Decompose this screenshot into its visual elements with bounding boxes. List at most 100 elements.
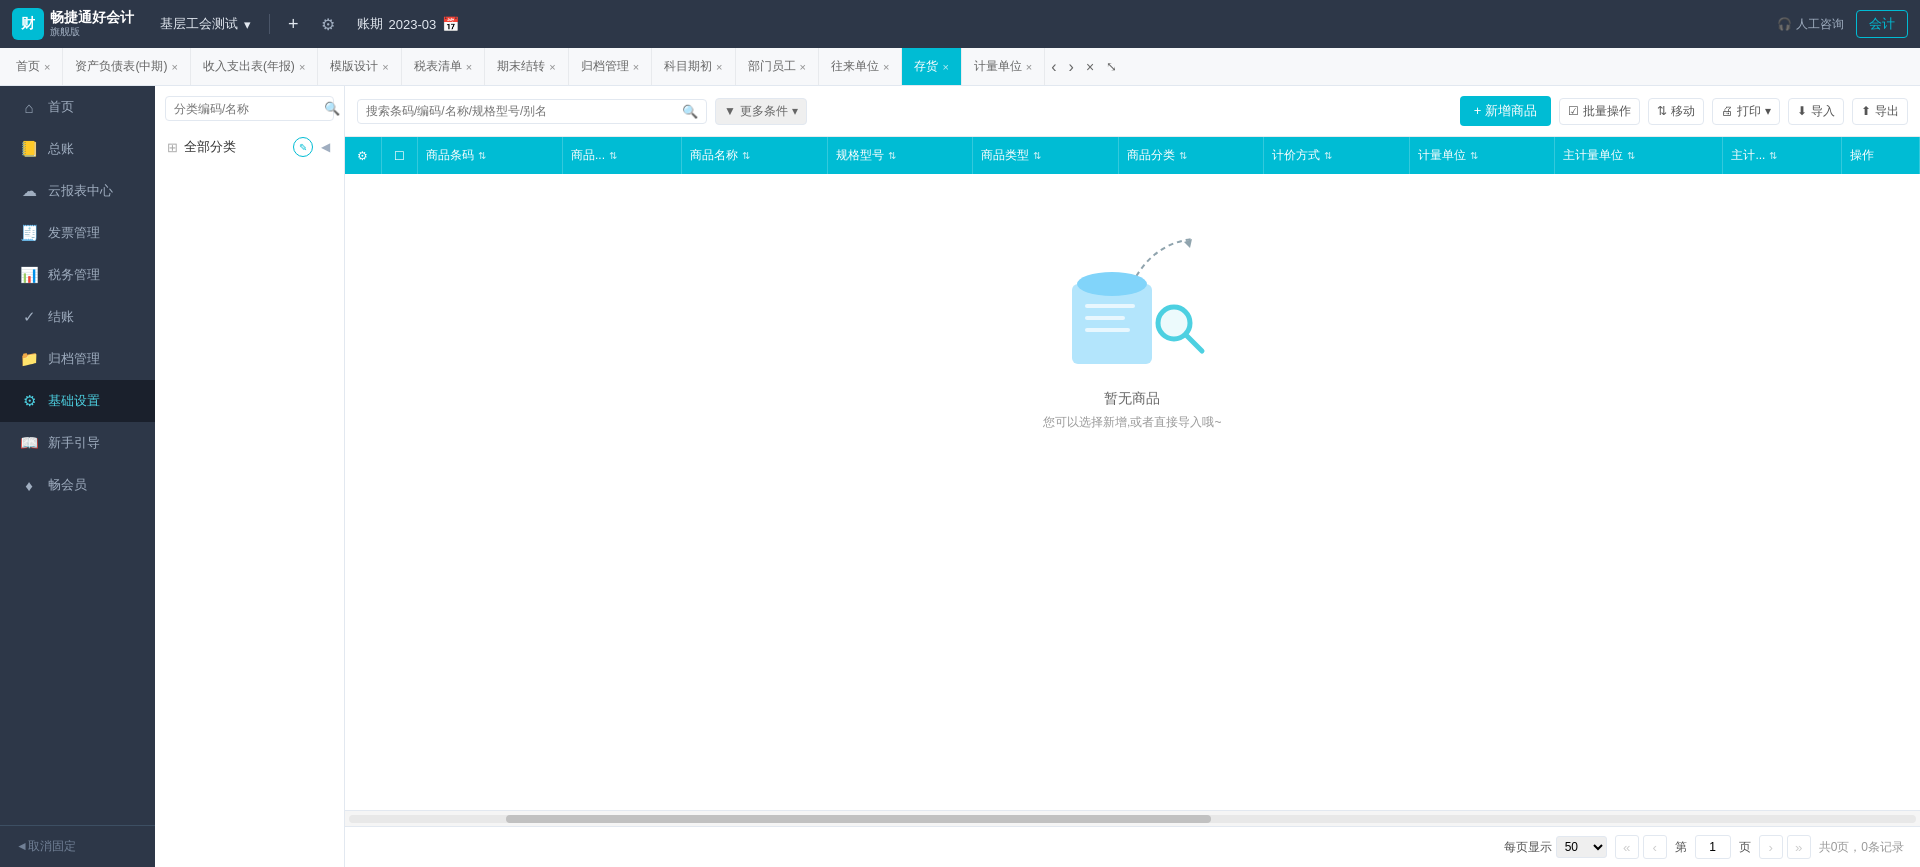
sidebar-item-settings[interactable]: ⚙ 基础设置 <box>0 380 155 422</box>
tab-unit-close[interactable]: × <box>1026 61 1032 73</box>
data-table[interactable]: ⚙ ☐ 商品条码⇅ 商品...⇅ 商品名称⇅ 规格型号⇅ 商品类型⇅ 商品分类⇅… <box>345 137 1920 810</box>
col-unit[interactable]: 计量单位⇅ <box>1409 137 1555 174</box>
tab-income-expense[interactable]: 收入支出表(年报) × <box>191 48 318 86</box>
tab-customers-close[interactable]: × <box>883 61 889 73</box>
tab-subject-init[interactable]: 科目期初 × <box>652 48 735 86</box>
move-button[interactable]: ⇅ 移动 <box>1648 98 1704 125</box>
tab-tax-list-close[interactable]: × <box>466 61 472 73</box>
all-categories-header[interactable]: ⊞ 全部分类 ✎ ◀ <box>155 129 344 165</box>
scroll-track[interactable] <box>349 815 1916 823</box>
sidebar-item-member[interactable]: ♦ 畅会员 <box>0 464 155 506</box>
tab-home-label: 首页 <box>16 58 40 75</box>
tab-archive-close[interactable]: × <box>633 61 639 73</box>
add-product-button[interactable]: + 新增商品 <box>1460 96 1551 126</box>
first-page-button[interactable]: « <box>1615 835 1639 859</box>
col-type[interactable]: 商品类型⇅ <box>973 137 1119 174</box>
sidebar-item-archive[interactable]: 📁 归档管理 <box>0 338 155 380</box>
sidebar-item-guide[interactable]: 📖 新手引导 <box>0 422 155 464</box>
tab-home[interactable]: 首页 × <box>4 48 63 86</box>
tab-customers[interactable]: 往来单位 × <box>819 48 902 86</box>
export-button[interactable]: ⬆ 导出 <box>1852 98 1908 125</box>
sidebar: ⌂ 首页 📒 总账 ☁ 云报表中心 🧾 发票管理 📊 税务管理 ✓ 结账 📁 归… <box>0 86 155 867</box>
page-size-selector[interactable]: 每页显示 10 20 50 100 <box>1504 836 1607 858</box>
tab-template-close[interactable]: × <box>382 61 388 73</box>
tab-home-close[interactable]: × <box>44 61 50 73</box>
col-main-count[interactable]: 主计...⇅ <box>1723 137 1842 174</box>
ledger-icon: 📒 <box>20 140 38 158</box>
unpin-label: ◄取消固定 <box>16 838 76 855</box>
page-word: 第 <box>1675 839 1687 856</box>
col-pricing[interactable]: 计价方式⇅ <box>1264 137 1410 174</box>
prev-page-button[interactable]: ‹ <box>1643 835 1667 859</box>
col-main-unit[interactable]: 主计量单位⇅ <box>1555 137 1723 174</box>
main-search-box[interactable]: 🔍 <box>357 99 707 124</box>
main-search-icon[interactable]: 🔍 <box>682 104 698 119</box>
main-search-input[interactable] <box>366 104 676 118</box>
tab-template[interactable]: 模版设计 × <box>318 48 401 86</box>
sidebar-item-cloud[interactable]: ☁ 云报表中心 <box>0 170 155 212</box>
total-info: 共0页，0条记录 <box>1819 839 1904 856</box>
calendar-icon[interactable]: 📅 <box>442 16 459 32</box>
category-search-box[interactable]: 🔍 <box>165 96 334 121</box>
tab-period-end[interactable]: 期末结转 × <box>485 48 568 86</box>
tab-balance-sheet-close[interactable]: × <box>171 61 177 73</box>
tab-dept-staff-close[interactable]: × <box>800 61 806 73</box>
consulting-button[interactable]: 🎧 人工咨询 <box>1777 16 1844 33</box>
tab-archive[interactable]: 归档管理 × <box>569 48 652 86</box>
per-page-select[interactable]: 10 20 50 100 <box>1556 836 1607 858</box>
scroll-thumb[interactable] <box>506 815 1211 823</box>
tab-income-expense-label: 收入支出表(年报) <box>203 58 295 75</box>
sort-spec-icon: ⇅ <box>888 150 896 161</box>
tab-inventory[interactable]: 存货 × <box>902 48 961 86</box>
sidebar-item-invoice[interactable]: 🧾 发票管理 <box>0 212 155 254</box>
tab-subject-init-close[interactable]: × <box>716 61 722 73</box>
print-button[interactable]: 🖨 打印 ▾ <box>1712 98 1780 125</box>
category-search-icon[interactable]: 🔍 <box>324 101 340 116</box>
col-barcode[interactable]: 商品条码⇅ <box>417 137 563 174</box>
next-page-button[interactable]: › <box>1759 835 1783 859</box>
col-spec[interactable]: 规格型号⇅ <box>827 137 973 174</box>
tab-next-button[interactable]: › <box>1063 58 1080 76</box>
account-button[interactable]: 会计 <box>1856 10 1908 38</box>
col-category[interactable]: 商品分类⇅ <box>1118 137 1264 174</box>
unpin-button[interactable]: ◄取消固定 <box>16 838 139 855</box>
tab-income-expense-close[interactable]: × <box>299 61 305 73</box>
category-search-input[interactable] <box>174 102 324 116</box>
tab-period-end-close[interactable]: × <box>549 61 555 73</box>
sidebar-invoice-label: 发票管理 <box>48 224 100 242</box>
tab-balance-sheet[interactable]: 资产负债表(中期) × <box>63 48 190 86</box>
tab-prev-button[interactable]: ‹ <box>1045 58 1062 76</box>
sidebar-item-tax[interactable]: 📊 税务管理 <box>0 254 155 296</box>
product-table: ⚙ ☐ 商品条码⇅ 商品...⇅ 商品名称⇅ 规格型号⇅ 商品类型⇅ 商品分类⇅… <box>345 137 1920 491</box>
col-code[interactable]: 商品...⇅ <box>563 137 682 174</box>
tab-unit[interactable]: 计量单位 × <box>962 48 1045 86</box>
import-label: 导入 <box>1811 103 1835 120</box>
move-icon: ⇅ <box>1657 104 1667 118</box>
current-page-input[interactable] <box>1695 835 1731 859</box>
batch-operation-button[interactable]: ☑ 批量操作 <box>1559 98 1640 125</box>
col-name[interactable]: 商品名称⇅ <box>682 137 828 174</box>
tab-tax-list[interactable]: 税表清单 × <box>402 48 485 86</box>
col-checkbox[interactable]: ☐ <box>381 137 417 174</box>
sidebar-item-close[interactable]: ✓ 结账 <box>0 296 155 338</box>
app-edition: 旗舰版 <box>50 25 134 39</box>
col-settings[interactable]: ⚙ <box>345 137 381 174</box>
last-page-button[interactable]: » <box>1787 835 1811 859</box>
sidebar-item-home[interactable]: ⌂ 首页 <box>0 86 155 128</box>
tab-expand-button[interactable]: ⤡ <box>1100 59 1123 74</box>
header-settings-button[interactable]: ⚙ <box>317 11 339 38</box>
tab-tax-list-label: 税表清单 <box>414 58 462 75</box>
company-selector[interactable]: 基层工会测试 ▾ <box>152 11 259 37</box>
tab-inventory-close[interactable]: × <box>942 61 948 73</box>
collapse-panel-button[interactable]: ◀ <box>319 138 332 156</box>
add-tab-button[interactable]: + <box>280 10 307 39</box>
page-navigation: « ‹ 第 页 › » <box>1615 835 1811 859</box>
sidebar-item-ledger[interactable]: 📒 总账 <box>0 128 155 170</box>
more-filter-button[interactable]: ▼ 更多条件 ▾ <box>715 98 807 125</box>
horizontal-scrollbar[interactable] <box>345 810 1920 826</box>
tab-dept-staff[interactable]: 部门员工 × <box>736 48 819 86</box>
import-button[interactable]: ⬇ 导入 <box>1788 98 1844 125</box>
tab-bar: 首页 × 资产负债表(中期) × 收入支出表(年报) × 模版设计 × 税表清单… <box>0 48 1920 86</box>
edit-category-button[interactable]: ✎ <box>293 137 313 157</box>
tab-close-all-button[interactable]: × <box>1080 59 1100 75</box>
